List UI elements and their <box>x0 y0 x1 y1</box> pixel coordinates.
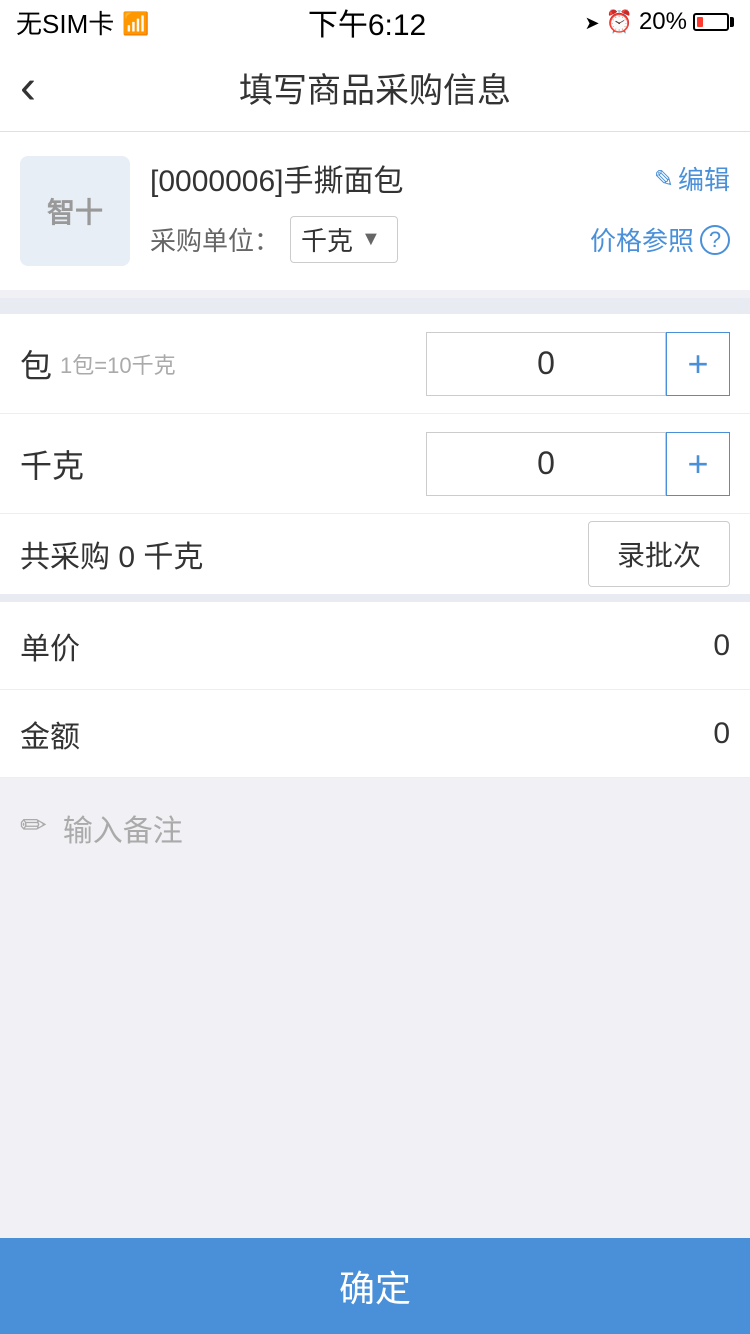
bag-input-group: 0 + <box>426 332 730 396</box>
product-image: 智十 <box>20 156 130 266</box>
price-section: 单价 0 金额 0 <box>0 602 750 778</box>
nav-bar: ‹ 填写商品采购信息 <box>0 44 750 132</box>
price-reference-button[interactable]: 价格参照 ? <box>590 221 730 258</box>
section-divider-1 <box>0 298 750 314</box>
edit-button[interactable]: 编辑 <box>654 160 730 197</box>
amount-row: 金额 0 <box>0 690 750 778</box>
bag-input-field[interactable]: 0 <box>426 332 666 396</box>
unit-price-row: 单价 0 <box>0 602 750 690</box>
batch-button[interactable]: 录批次 <box>588 521 730 587</box>
status-bar: 无SIM卡 下午6:12 20% <box>0 0 750 44</box>
back-button[interactable]: ‹ <box>20 60 36 115</box>
unit-select[interactable]: 千克 ▼ <box>290 216 398 263</box>
status-right: 20% <box>584 8 734 36</box>
bag-plus-button[interactable]: + <box>666 332 730 396</box>
battery-icon <box>693 13 734 31</box>
product-info: [0000006]手撕面包 编辑 采购单位： 千克 ▼ 价格参照 <box>150 156 730 263</box>
kg-input-field[interactable]: 0 <box>426 432 666 496</box>
status-left: 无SIM卡 <box>16 4 150 41</box>
kg-input-group: 0 + <box>426 432 730 496</box>
product-card: 智十 [0000006]手撕面包 编辑 采购单位： 千克 ▼ <box>0 132 750 298</box>
unit-selector: 采购单位： 千克 ▼ <box>150 216 398 263</box>
chevron-down-icon: ▼ <box>361 228 381 251</box>
kg-plus-button[interactable]: + <box>666 432 730 496</box>
kg-label: 千克 <box>20 441 84 487</box>
alarm-icon <box>606 8 633 36</box>
input-section: 包 1包=10千克 0 + 千克 0 + <box>0 314 750 514</box>
bag-input-row: 包 1包=10千克 0 + <box>0 314 750 414</box>
unit-price-label: 单价 <box>20 624 713 668</box>
summary-row: 共采购 0 千克 录批次 <box>0 514 750 602</box>
note-area[interactable]: 输入备注 <box>0 778 750 1238</box>
kg-input-row: 千克 0 + <box>0 414 750 514</box>
edit-icon <box>654 163 674 194</box>
product-name: [0000006]手撕面包 <box>150 156 403 200</box>
nav-icon <box>584 8 599 36</box>
unit-value: 千克 <box>301 221 353 258</box>
status-time: 下午6:12 <box>308 0 426 44</box>
pencil-icon <box>20 806 47 844</box>
edit-label: 编辑 <box>678 160 730 197</box>
help-icon: ? <box>700 225 730 255</box>
bag-label: 包 <box>20 341 52 387</box>
wifi-icon <box>122 7 149 38</box>
product-unit-row: 采购单位： 千克 ▼ 价格参照 ? <box>150 216 730 263</box>
confirm-button[interactable]: 确定 <box>0 1238 750 1334</box>
summary-text: 共采购 0 千克 <box>20 532 588 576</box>
amount-value: 0 <box>713 717 730 751</box>
page-title: 填写商品采购信息 <box>239 63 511 112</box>
bag-value: 0 <box>537 345 555 382</box>
amount-label: 金额 <box>20 712 713 756</box>
unit-label: 采购单位： <box>150 221 280 258</box>
product-image-text: 智十 <box>47 191 103 231</box>
content: 智十 [0000006]手撕面包 编辑 采购单位： 千克 ▼ <box>0 132 750 1334</box>
kg-value: 0 <box>537 445 555 482</box>
unit-price-value: 0 <box>713 629 730 663</box>
note-placeholder: 输入备注 <box>63 806 183 850</box>
sim-label: 无SIM卡 <box>16 4 114 41</box>
battery-percent: 20% <box>639 8 687 36</box>
bag-sublabel: 1包=10千克 <box>60 348 176 380</box>
product-name-row: [0000006]手撕面包 编辑 <box>150 156 730 200</box>
price-ref-label: 价格参照 <box>590 221 694 258</box>
